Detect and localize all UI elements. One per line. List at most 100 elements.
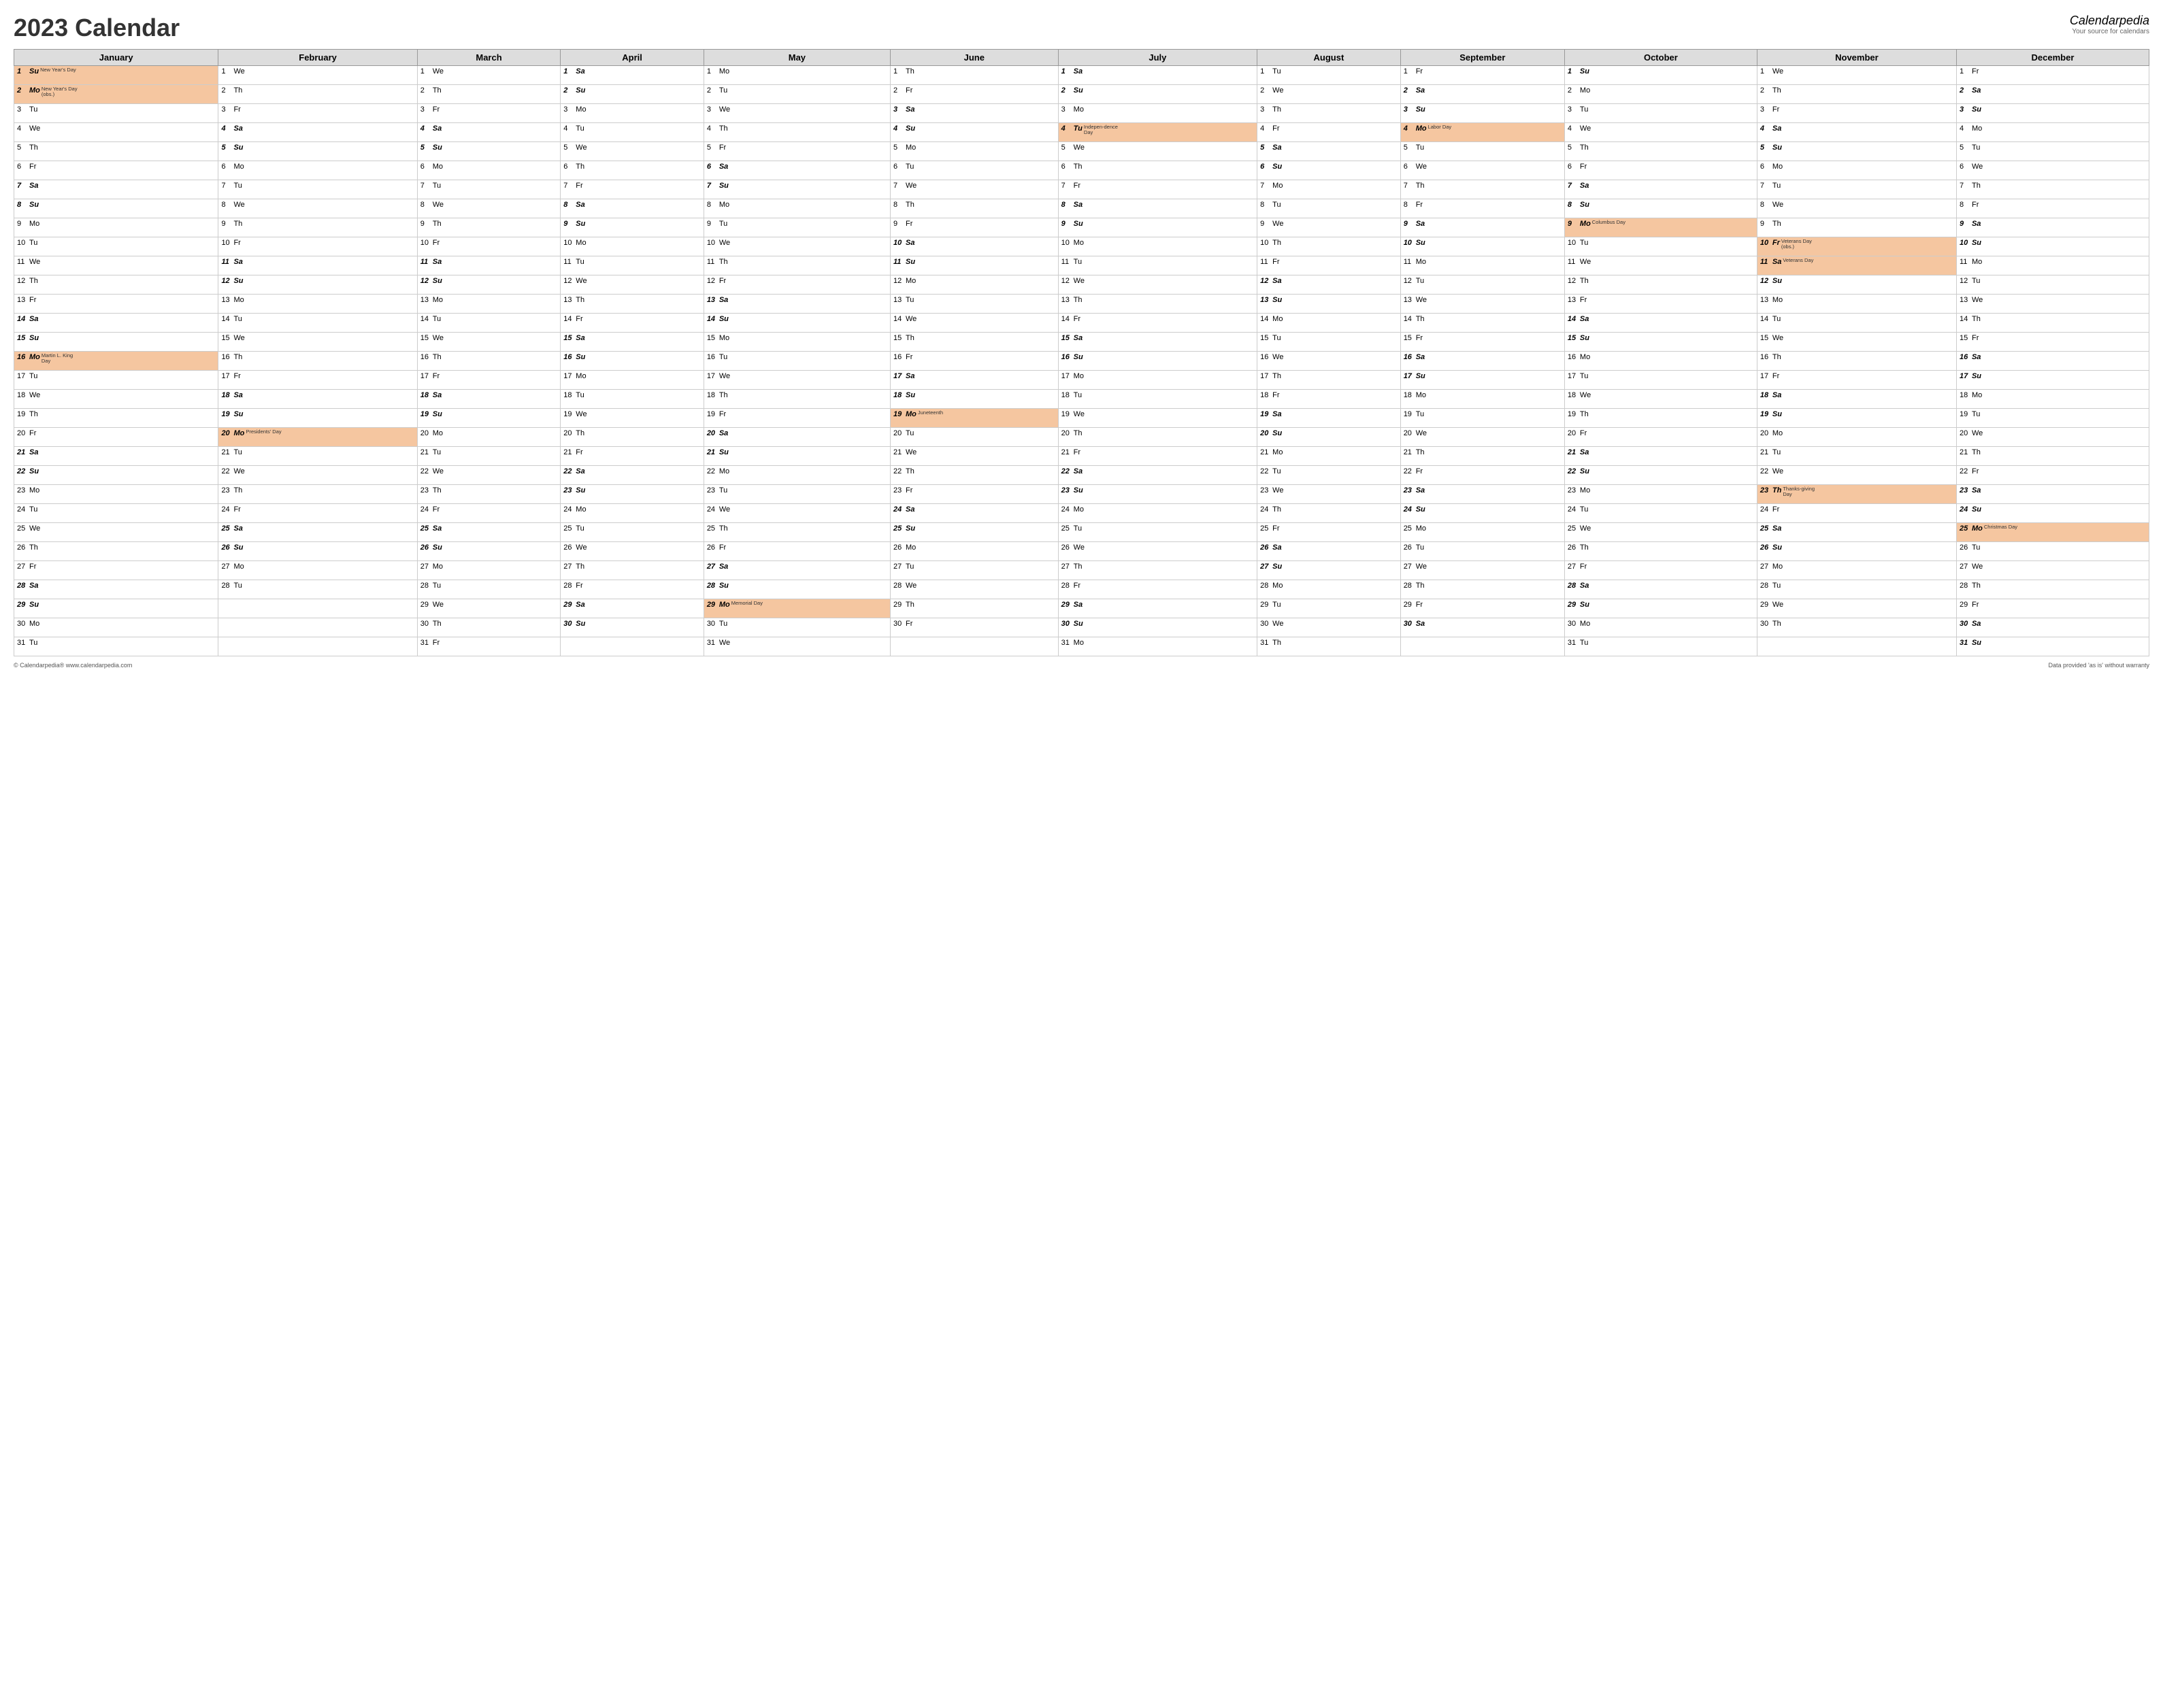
- day-number: 31: [1960, 639, 1970, 647]
- day-abbr: Fr: [1772, 105, 1779, 114]
- day-abbr: Su: [906, 258, 915, 266]
- day-number: 31: [1260, 639, 1271, 647]
- day-abbr: Mo: [433, 563, 443, 571]
- day-abbr: Sa: [1580, 182, 1589, 190]
- day-number: 16: [420, 353, 431, 361]
- day-cell: 8Su: [14, 199, 218, 218]
- day-cell: 30Sa: [1400, 618, 1564, 637]
- day-abbr: Sa: [233, 524, 242, 533]
- day-abbr: Tu: [29, 505, 37, 514]
- day-cell: 25Fr: [1257, 523, 1401, 542]
- day-cell: 19Th: [14, 409, 218, 428]
- day-cell: 22Fr: [1956, 466, 2149, 485]
- day-abbr: Su: [576, 353, 585, 361]
- day-number: 10: [17, 239, 28, 247]
- day-cell: 11Th: [704, 256, 890, 275]
- day-number: 18: [707, 391, 718, 399]
- day-abbr: Th: [1972, 582, 1981, 590]
- day-number: 25: [221, 524, 232, 533]
- holiday-label: Veterans Day (obs.): [1781, 239, 1819, 250]
- day-cell: 17Fr: [218, 371, 417, 390]
- day-abbr: Fr: [1772, 372, 1779, 380]
- day-cell: 2Mo: [1564, 85, 1757, 104]
- day-number: 25: [1760, 524, 1771, 533]
- day-number: 1: [893, 67, 904, 76]
- day-cell: 12Tu: [1400, 275, 1564, 295]
- day-number: 15: [893, 334, 904, 342]
- day-cell: 30Th: [1757, 618, 1956, 637]
- day-abbr: Th: [1074, 296, 1083, 304]
- day-cell: 28Tu: [218, 580, 417, 599]
- day-number: 23: [1960, 486, 1970, 495]
- day-cell: 22Sa: [1058, 466, 1257, 485]
- day-cell: 4Sa: [417, 123, 561, 142]
- day-number: 20: [1760, 429, 1771, 437]
- day-number: 7: [707, 182, 718, 190]
- day-abbr: Th: [1580, 543, 1589, 552]
- month-jan: January: [14, 50, 218, 66]
- day-abbr: Th: [906, 467, 914, 475]
- day-number: 1: [563, 67, 574, 76]
- day-cell: 13Fr: [14, 295, 218, 314]
- day-number: 26: [1760, 543, 1771, 552]
- day-number: 18: [1568, 391, 1579, 399]
- day-abbr: Su: [1580, 334, 1589, 342]
- day-abbr: Fr: [906, 86, 912, 95]
- day-number: 2: [1404, 86, 1415, 95]
- day-cell: 10Su: [1400, 237, 1564, 256]
- day-number: 7: [563, 182, 574, 190]
- day-cell: 2Su: [561, 85, 704, 104]
- day-abbr: We: [1972, 429, 1983, 437]
- day-number: 7: [893, 182, 904, 190]
- day-abbr: Su: [433, 410, 442, 418]
- day-number: 4: [1568, 124, 1579, 133]
- day-number: 9: [17, 220, 28, 228]
- day-cell: 2Th: [218, 85, 417, 104]
- day-cell: 30Su: [561, 618, 704, 637]
- day-number: 8: [1568, 201, 1579, 209]
- day-cell: 9Tu: [704, 218, 890, 237]
- day-number: 17: [563, 372, 574, 380]
- day-cell: 12We: [1058, 275, 1257, 295]
- day-cell: 6We: [1400, 161, 1564, 180]
- day-number: 10: [1404, 239, 1415, 247]
- day-number: 27: [707, 563, 718, 571]
- day-cell: 7Th: [1400, 180, 1564, 199]
- day-abbr: Su: [1272, 296, 1282, 304]
- day-number: 15: [563, 334, 574, 342]
- day-abbr: Th: [233, 486, 242, 495]
- day-cell: 6Fr: [1564, 161, 1757, 180]
- day-cell: 1Su: [1564, 66, 1757, 85]
- day-abbr: Sa: [576, 601, 584, 609]
- day-abbr: We: [719, 105, 730, 114]
- day-abbr: Fr: [433, 639, 440, 647]
- day-cell: 23ThThanks-giving Day: [1757, 485, 1956, 504]
- day-abbr: Su: [719, 582, 729, 590]
- day-abbr: Fr: [719, 410, 726, 418]
- day-number: 14: [893, 315, 904, 323]
- day-cell: 25Su: [890, 523, 1058, 542]
- day-abbr: Th: [1272, 372, 1281, 380]
- month-apr: April: [561, 50, 704, 66]
- day-number: 18: [563, 391, 574, 399]
- day-cell: 26Th: [1564, 542, 1757, 561]
- month-sep: September: [1400, 50, 1564, 66]
- day-number: 24: [1061, 505, 1072, 514]
- day-cell: 8Sa: [1058, 199, 1257, 218]
- day-number: 24: [420, 505, 431, 514]
- day-cell: 4We: [1564, 123, 1757, 142]
- day-abbr: Tu: [1972, 144, 1980, 152]
- day-cell: [218, 637, 417, 656]
- day-abbr: Sa: [433, 391, 442, 399]
- day-cell: 18We: [1564, 390, 1757, 409]
- day-cell: 24Fr: [218, 504, 417, 523]
- day-cell: 24Su: [1956, 504, 2149, 523]
- day-number: 3: [893, 105, 904, 114]
- day-cell: 5Th: [1564, 142, 1757, 161]
- day-cell: 30Fr: [890, 618, 1058, 637]
- day-cell: 4Sa: [218, 123, 417, 142]
- day-number: 15: [221, 334, 232, 342]
- day-abbr: Th: [1580, 277, 1589, 285]
- day-abbr: Th: [576, 163, 584, 171]
- day-cell: [218, 599, 417, 618]
